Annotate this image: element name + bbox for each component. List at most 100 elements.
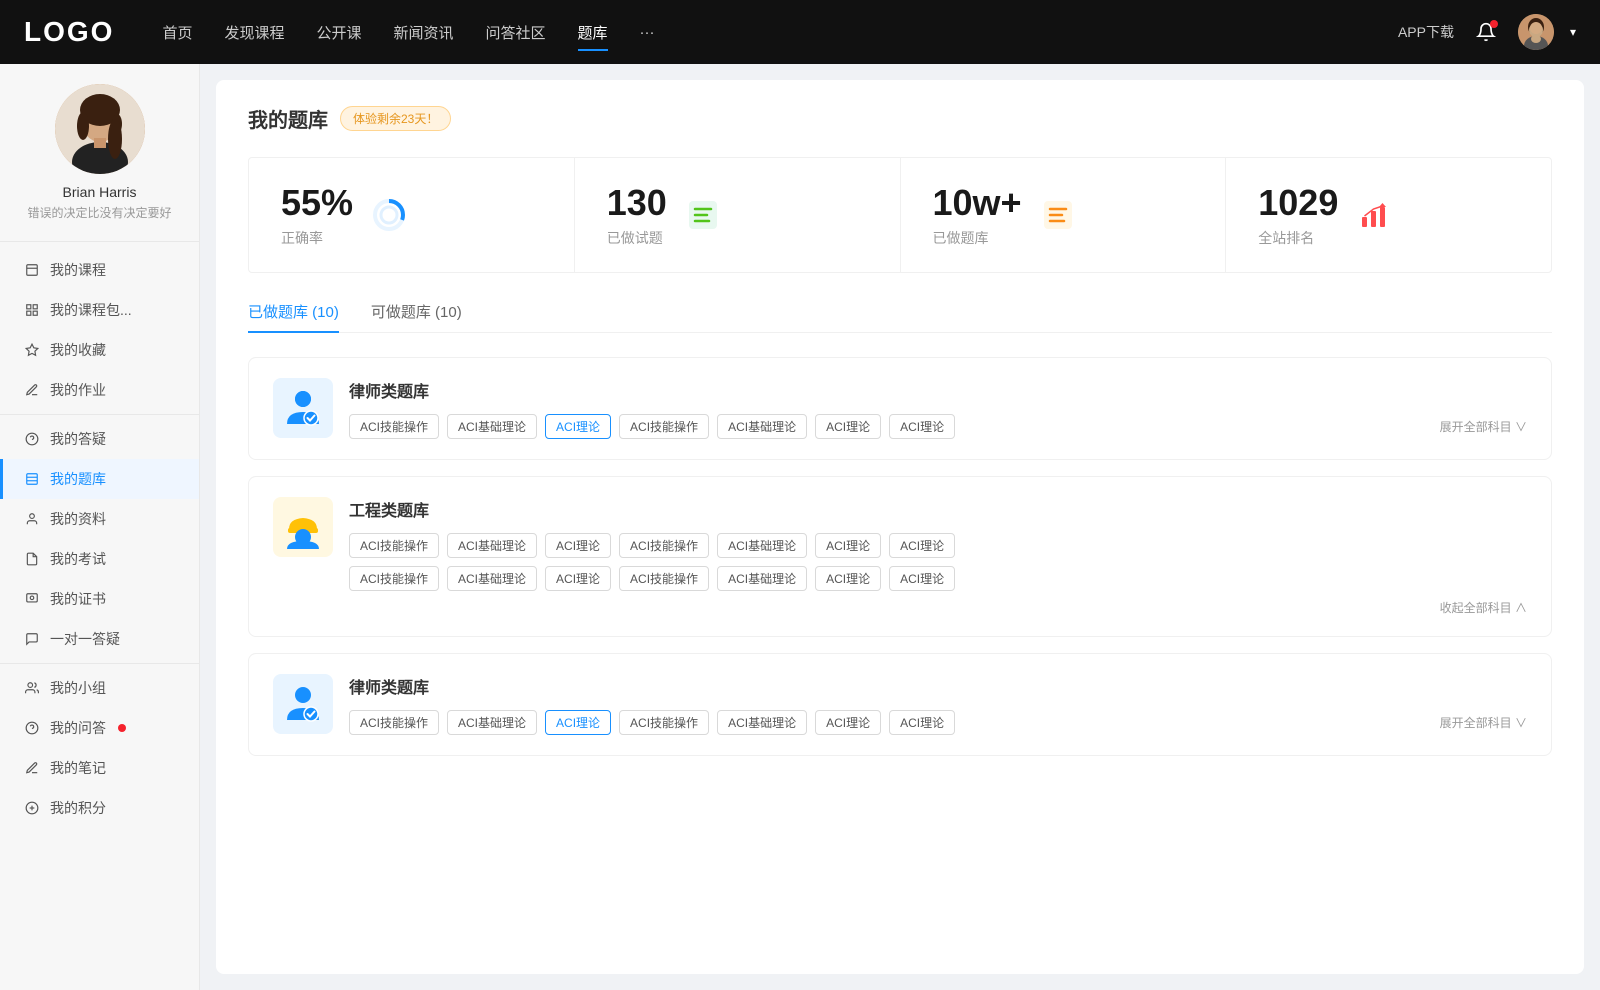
nav-news[interactable]: 新闻资讯 (394, 18, 454, 47)
done-banks-icon (1038, 195, 1078, 235)
sidebar-item-qa[interactable]: 我的答疑 (0, 419, 199, 459)
tag[interactable]: ACI技能操作 (349, 710, 439, 735)
tag[interactable]: ACI理论 (815, 710, 881, 735)
sidebar-item-my-course[interactable]: 我的课程 (0, 250, 199, 290)
stat-done-questions-value: 130 (607, 182, 667, 224)
tabs-row: 已做题库 (10) 可做题库 (10) (248, 301, 1552, 333)
qa-badge (118, 724, 126, 732)
menu-divider-1 (0, 414, 199, 415)
qbank-name-lawyer-1: 律师类题库 (349, 378, 1527, 402)
nav-home[interactable]: 首页 (162, 18, 192, 47)
qbank-menu-icon (24, 471, 40, 487)
tag[interactable]: ACI理论 (815, 533, 881, 558)
sidebar-item-group[interactable]: 我的小组 (0, 668, 199, 708)
nav-more[interactable]: ··· (640, 20, 655, 45)
page-title: 我的题库 (248, 104, 328, 133)
tag[interactable]: ACI技能操作 (619, 533, 709, 558)
sidebar-item-qbank[interactable]: 我的题库 (0, 459, 199, 499)
sidebar-item-one-on-one[interactable]: 一对一答疑 (0, 619, 199, 659)
navbar-right: APP下载 ▾ (1398, 14, 1576, 50)
tag[interactable]: ACI理论 (815, 566, 881, 591)
sidebar-item-homework[interactable]: 我的作业 (0, 370, 199, 410)
exam-icon (24, 551, 40, 567)
stat-rank: 1029 全站排名 (1226, 158, 1551, 272)
nav-qa[interactable]: 问答社区 (486, 18, 546, 47)
tag[interactable]: ACI技能操作 (349, 566, 439, 591)
notification-bell[interactable] (1470, 16, 1502, 48)
qbank-tags-lawyer-2: ACI技能操作 ACI基础理论 ACI理论 ACI技能操作 ACI基础理论 AC… (349, 710, 1527, 735)
sidebar-item-exam[interactable]: 我的考试 (0, 539, 199, 579)
group-icon (24, 680, 40, 696)
homework-icon (24, 382, 40, 398)
sidebar-item-favorites[interactable]: 我的收藏 (0, 330, 199, 370)
tag[interactable]: ACI基础理论 (447, 533, 537, 558)
nav-qbank[interactable]: 题库 (578, 18, 608, 47)
qbank-tags-engineer-row2: ACI技能操作 ACI基础理论 ACI理论 ACI技能操作 ACI基础理论 AC… (349, 566, 1527, 591)
tag[interactable]: ACI基础理论 (447, 414, 537, 439)
sidebar: Brian Harris 错误的决定比没有决定要好 我的课程 我的课程包... … (0, 64, 200, 990)
qa-icon (24, 431, 40, 447)
qbank-card-engineer: 工程类题库 ACI技能操作 ACI基础理论 ACI理论 ACI技能操作 ACI基… (248, 476, 1552, 637)
stat-done-banks: 10w+ 已做题库 (901, 158, 1227, 272)
tag[interactable]: ACI技能操作 (349, 533, 439, 558)
star-icon (24, 342, 40, 358)
qbank-tags-engineer-row1: ACI技能操作 ACI基础理论 ACI理论 ACI技能操作 ACI基础理论 AC… (349, 533, 1527, 558)
nav-open-course[interactable]: 公开课 (316, 18, 361, 47)
sidebar-item-notes[interactable]: 我的笔记 (0, 748, 199, 788)
main-content: 我的题库 体验剩余23天！ 55% 正确率 (216, 80, 1584, 974)
stat-done-banks-label: 已做题库 (933, 228, 1022, 248)
tag[interactable]: ACI基础理论 (717, 414, 807, 439)
points-icon (24, 800, 40, 816)
tag[interactable]: ACI技能操作 (619, 414, 709, 439)
tag[interactable]: ACI技能操作 (619, 710, 709, 735)
tag[interactable]: ACI基础理论 (447, 710, 537, 735)
app-download-link[interactable]: APP下载 (1398, 22, 1454, 42)
tag[interactable]: ACI技能操作 (619, 566, 709, 591)
qbank-icon-lawyer-1 (273, 378, 333, 438)
tag[interactable]: ACI基础理论 (717, 566, 807, 591)
qbank-card-lawyer-2: 律师类题库 ACI技能操作 ACI基础理论 ACI理论 ACI技能操作 ACI基… (248, 653, 1552, 756)
sidebar-profile: Brian Harris 错误的决定比没有决定要好 (0, 84, 199, 242)
collapse-button[interactable]: 收起全部科目 ∧ (349, 599, 1527, 616)
accuracy-chart-icon (369, 195, 409, 235)
sidebar-item-my-qa[interactable]: 我的问答 (0, 708, 199, 748)
sidebar-item-certificate[interactable]: 我的证书 (0, 579, 199, 619)
sidebar-item-points[interactable]: 我的积分 (0, 788, 199, 828)
page-wrap: Brian Harris 错误的决定比没有决定要好 我的课程 我的课程包... … (0, 64, 1600, 990)
my-qa-icon (24, 720, 40, 736)
qbank-icon-lawyer-2 (273, 674, 333, 734)
stat-done-questions: 130 已做试题 (575, 158, 901, 272)
user-avatar[interactable] (1518, 14, 1554, 50)
tag[interactable]: ACI理论 (889, 414, 955, 439)
tag[interactable]: ACI理论 (545, 533, 611, 558)
tag[interactable]: ACI基础理论 (717, 533, 807, 558)
expand-button-1[interactable]: 展开全部科目 ∨ (1440, 418, 1527, 435)
stats-row: 55% 正确率 130 已做试题 (248, 157, 1552, 273)
course-icon (24, 262, 40, 278)
tag[interactable]: ACI理论 (889, 710, 955, 735)
tag-active[interactable]: ACI理论 (545, 710, 611, 735)
tag[interactable]: ACI理论 (889, 533, 955, 558)
tag[interactable]: ACI基础理论 (447, 566, 537, 591)
nav-links: 首页 发现课程 公开课 新闻资讯 问答社区 题库 ··· (162, 18, 1398, 47)
sidebar-item-course-package[interactable]: 我的课程包... (0, 290, 199, 330)
tag[interactable]: ACI理论 (815, 414, 881, 439)
stat-done-questions-label: 已做试题 (607, 228, 667, 248)
tag[interactable]: ACI基础理论 (717, 710, 807, 735)
tab-available-banks[interactable]: 可做题库 (10) (371, 301, 462, 332)
profile-icon (24, 511, 40, 527)
page-header: 我的题库 体验剩余23天！ (248, 104, 1552, 133)
sidebar-item-profile[interactable]: 我的资料 (0, 499, 199, 539)
expand-button-3[interactable]: 展开全部科目 ∨ (1440, 714, 1527, 731)
tag[interactable]: ACI理论 (889, 566, 955, 591)
user-dropdown-arrow[interactable]: ▾ (1570, 25, 1576, 39)
rank-icon (1354, 195, 1394, 235)
qbank-name-engineer: 工程类题库 (349, 497, 1527, 521)
stat-rank-label: 全站排名 (1258, 228, 1338, 248)
nav-discover[interactable]: 发现课程 (224, 18, 284, 47)
tag-active[interactable]: ACI理论 (545, 414, 611, 439)
one-on-one-icon (24, 631, 40, 647)
tab-done-banks[interactable]: 已做题库 (10) (248, 301, 339, 332)
tag[interactable]: ACI理论 (545, 566, 611, 591)
tag[interactable]: ACI技能操作 (349, 414, 439, 439)
